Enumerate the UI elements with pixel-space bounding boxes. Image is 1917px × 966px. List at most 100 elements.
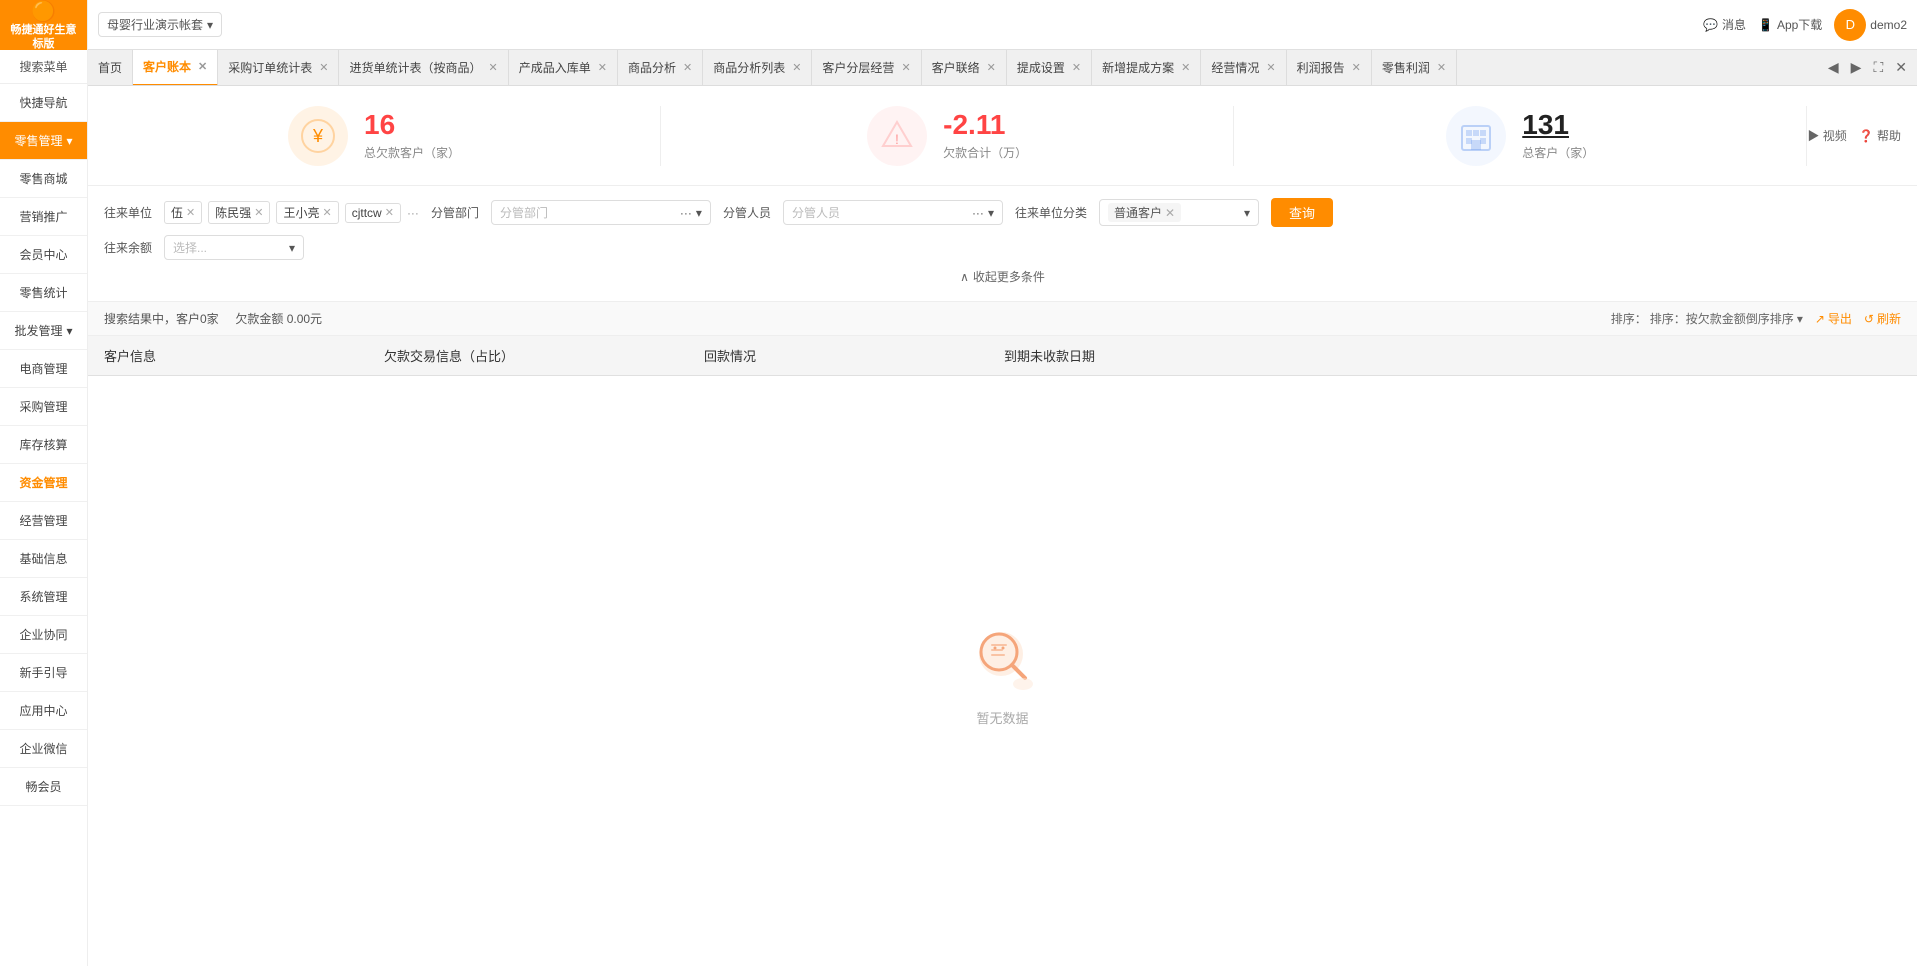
sidebar-item-marketing[interactable]: 营销推广 bbox=[0, 198, 87, 236]
tab-product-stock[interactable]: 产成品入库单 ✕ bbox=[509, 50, 618, 86]
arrears-icon: ! bbox=[867, 106, 927, 166]
tab-scroll-right-icon[interactable]: ▶ bbox=[1847, 57, 1866, 78]
refresh-button[interactable]: ↺ 刷新 bbox=[1864, 310, 1901, 327]
tab-close-icon[interactable]: ✕ bbox=[1437, 61, 1446, 74]
tab-controls: ◀ ▶ ⛶ ✕ bbox=[1824, 57, 1917, 78]
tab-close-icon[interactable]: ✕ bbox=[489, 61, 498, 74]
search-result-bar: 搜索结果中，客户0家 欠款金额 0.00元 排序： 排序：按欠款金额倒序排序 ▾… bbox=[88, 302, 1917, 336]
export-icon: ↗ bbox=[1815, 312, 1825, 326]
video-btn[interactable]: ▶ 视频 bbox=[1807, 127, 1846, 144]
collapse-button[interactable]: ∧ 收起更多条件 bbox=[960, 268, 1045, 285]
tab-customer-contact[interactable]: 客户联络 ✕ bbox=[922, 50, 1007, 86]
unit-tag-cjttcw: cjttcw ✕ bbox=[345, 203, 401, 223]
balance-label: 往来余额 bbox=[104, 239, 152, 256]
search-result-actions: 排序： 排序：按欠款金额倒序排序 ▾ ↗ 导出 ↺ 刷新 bbox=[1611, 310, 1901, 327]
user-avatar-btn[interactable]: D demo2 bbox=[1834, 9, 1907, 41]
sidebar-item-sys-mgmt[interactable]: 系统管理 bbox=[0, 578, 87, 616]
building-icon bbox=[1446, 106, 1506, 166]
unit-tags: 伍 ✕ 陈民强 ✕ 王小亮 ✕ cjttcw ✕ ··· bbox=[164, 201, 419, 224]
chevron-down-icon5: ▾ bbox=[1797, 312, 1803, 326]
sidebar-item-operations[interactable]: 经营管理 bbox=[0, 502, 87, 540]
person-selector[interactable]: 分管人员 ··· ▾ bbox=[783, 200, 1003, 225]
sort-selector[interactable]: 排序： 排序：按欠款金额倒序排序 ▾ bbox=[1611, 310, 1803, 327]
tab-purchase-order-stats[interactable]: 采购订单统计表 ✕ bbox=[218, 50, 339, 86]
sidebar-item-retail-shop[interactable]: 零售商城 bbox=[0, 160, 87, 198]
tag-close-wu[interactable]: ✕ bbox=[186, 206, 195, 219]
tab-scroll-left-icon[interactable]: ◀ bbox=[1824, 57, 1843, 78]
tab-close-icon[interactable]: ✕ bbox=[1352, 61, 1361, 74]
arrears-label: 欠款合计（万） bbox=[943, 144, 1027, 161]
tag-close-wang[interactable]: ✕ bbox=[323, 206, 332, 219]
tab-new-raise-plan[interactable]: 新增提成方案 ✕ bbox=[1092, 50, 1201, 86]
tab-accounts-receivable[interactable]: 客户账本 ✕ bbox=[133, 50, 218, 86]
svg-text:!: ! bbox=[895, 131, 899, 147]
unit-type-tag-close[interactable]: ✕ bbox=[1165, 206, 1175, 220]
unit-type-selector[interactable]: 普通客户 ✕ ▾ bbox=[1099, 199, 1259, 226]
sidebar-item-member-center[interactable]: 会员中心 bbox=[0, 236, 87, 274]
messages-btn[interactable]: 💬 消息 bbox=[1703, 16, 1746, 33]
col-repayment: 回款情况 bbox=[704, 346, 1004, 365]
unit-tag-wu: 伍 ✕ bbox=[164, 201, 202, 224]
tag-close-cjttcw[interactable]: ✕ bbox=[385, 206, 394, 219]
unit-tag-wang: 王小亮 ✕ bbox=[276, 201, 338, 224]
tabbar-scroll: 首页 客户账本 ✕ 采购订单统计表 ✕ 进货单统计表（按商品） ✕ 产成品入库单… bbox=[88, 50, 1824, 86]
svg-text:¥: ¥ bbox=[312, 126, 324, 146]
expand-icon2: ··· bbox=[972, 206, 984, 220]
sidebar-item-new-guide[interactable]: 新手引导 bbox=[0, 654, 87, 692]
tab-close-icon[interactable]: ✕ bbox=[901, 61, 910, 74]
tab-product-analysis-list[interactable]: 商品分析列表 ✕ bbox=[703, 50, 812, 86]
tab-maximize-icon[interactable]: ⛶ bbox=[1869, 57, 1887, 78]
page-content: ¥ 16 总欠款客户（家） ! -2.11 欠款合计（万） bbox=[88, 86, 1917, 966]
tab-incoming-stats[interactable]: 进货单统计表（按商品） ✕ bbox=[339, 50, 508, 86]
empty-text: 暂无数据 bbox=[976, 708, 1028, 727]
query-button[interactable]: 查询 bbox=[1271, 198, 1333, 227]
tab-close-icon[interactable]: ✕ bbox=[198, 60, 207, 73]
sidebar-item-batch-mgmt[interactable]: 批发管理 ▾ bbox=[0, 312, 87, 350]
sidebar-item-app-center[interactable]: 应用中心 bbox=[0, 692, 87, 730]
unit-label: 往来单位 bbox=[104, 204, 152, 221]
export-button[interactable]: ↗ 导出 bbox=[1815, 310, 1852, 327]
tab-restore-icon[interactable]: ✕ bbox=[1891, 57, 1911, 78]
chevron-down-icon2: ▾ bbox=[988, 206, 994, 220]
sidebar-item-finance[interactable]: 资金管理 bbox=[0, 464, 87, 502]
sidebar-item-inventory[interactable]: 库存核算 bbox=[0, 426, 87, 464]
sidebar-item-retail-stats[interactable]: 零售统计 bbox=[0, 274, 87, 312]
filter-more-btn[interactable]: ··· bbox=[407, 206, 419, 220]
total-customers-number: 16 bbox=[364, 110, 460, 141]
help-btn[interactable]: ❓ 帮助 bbox=[1859, 127, 1901, 144]
chevron-down-icon: ▾ bbox=[696, 206, 702, 220]
tab-close-icon[interactable]: ✕ bbox=[683, 61, 692, 74]
unit-type-label: 往来单位分类 bbox=[1015, 204, 1087, 221]
app-download-btn[interactable]: 📱 App下载 bbox=[1758, 16, 1822, 33]
balance-selector[interactable]: 选择... ▾ bbox=[164, 235, 304, 260]
tab-close-icon[interactable]: ✕ bbox=[1072, 61, 1081, 74]
tab-close-icon[interactable]: ✕ bbox=[792, 61, 801, 74]
tab-home[interactable]: 首页 bbox=[88, 50, 133, 86]
tab-product-analysis[interactable]: 商品分析 ✕ bbox=[618, 50, 703, 86]
tag-close-chen[interactable]: ✕ bbox=[254, 206, 263, 219]
search-menu[interactable]: 搜索菜单 bbox=[0, 50, 87, 84]
sidebar-item-basic-info[interactable]: 基础信息 bbox=[0, 540, 87, 578]
sidebar-item-ecommerce[interactable]: 电商管理 bbox=[0, 350, 87, 388]
sidebar-item-member[interactable]: 畅会员 bbox=[0, 768, 87, 806]
tab-close-icon[interactable]: ✕ bbox=[319, 61, 328, 74]
dept-label: 分管部门 bbox=[431, 204, 479, 221]
tab-retail-profit[interactable]: 零售利润 ✕ bbox=[1372, 50, 1457, 86]
company-selector[interactable]: 母婴行业演示帐套 ▾ bbox=[98, 12, 222, 37]
tab-close-icon[interactable]: ✕ bbox=[1181, 61, 1190, 74]
tab-operations-status[interactable]: 经营情况 ✕ bbox=[1201, 50, 1286, 86]
tab-close-icon[interactable]: ✕ bbox=[598, 61, 607, 74]
tab-close-icon[interactable]: ✕ bbox=[1266, 61, 1275, 74]
sidebar-item-quick-nav[interactable]: 快捷导航 bbox=[0, 84, 87, 122]
sidebar-item-retail-mgmt[interactable]: 零售管理 ▾ bbox=[0, 122, 87, 160]
col-arrears-info: 欠款交易信息（占比） bbox=[384, 346, 704, 365]
tab-raise-settings[interactable]: 提成设置 ✕ bbox=[1007, 50, 1092, 86]
person-label: 分管人员 bbox=[723, 204, 771, 221]
sidebar-item-wechat[interactable]: 企业微信 bbox=[0, 730, 87, 768]
sidebar-item-purchase-mgmt[interactable]: 采购管理 bbox=[0, 388, 87, 426]
sidebar-item-enterprise[interactable]: 企业协同 bbox=[0, 616, 87, 654]
tab-customer-segment[interactable]: 客户分层经营 ✕ bbox=[812, 50, 921, 86]
dept-selector[interactable]: 分管部门 ··· ▾ bbox=[491, 200, 711, 225]
tab-profit-report[interactable]: 利润报告 ✕ bbox=[1287, 50, 1372, 86]
tab-close-icon[interactable]: ✕ bbox=[987, 61, 996, 74]
